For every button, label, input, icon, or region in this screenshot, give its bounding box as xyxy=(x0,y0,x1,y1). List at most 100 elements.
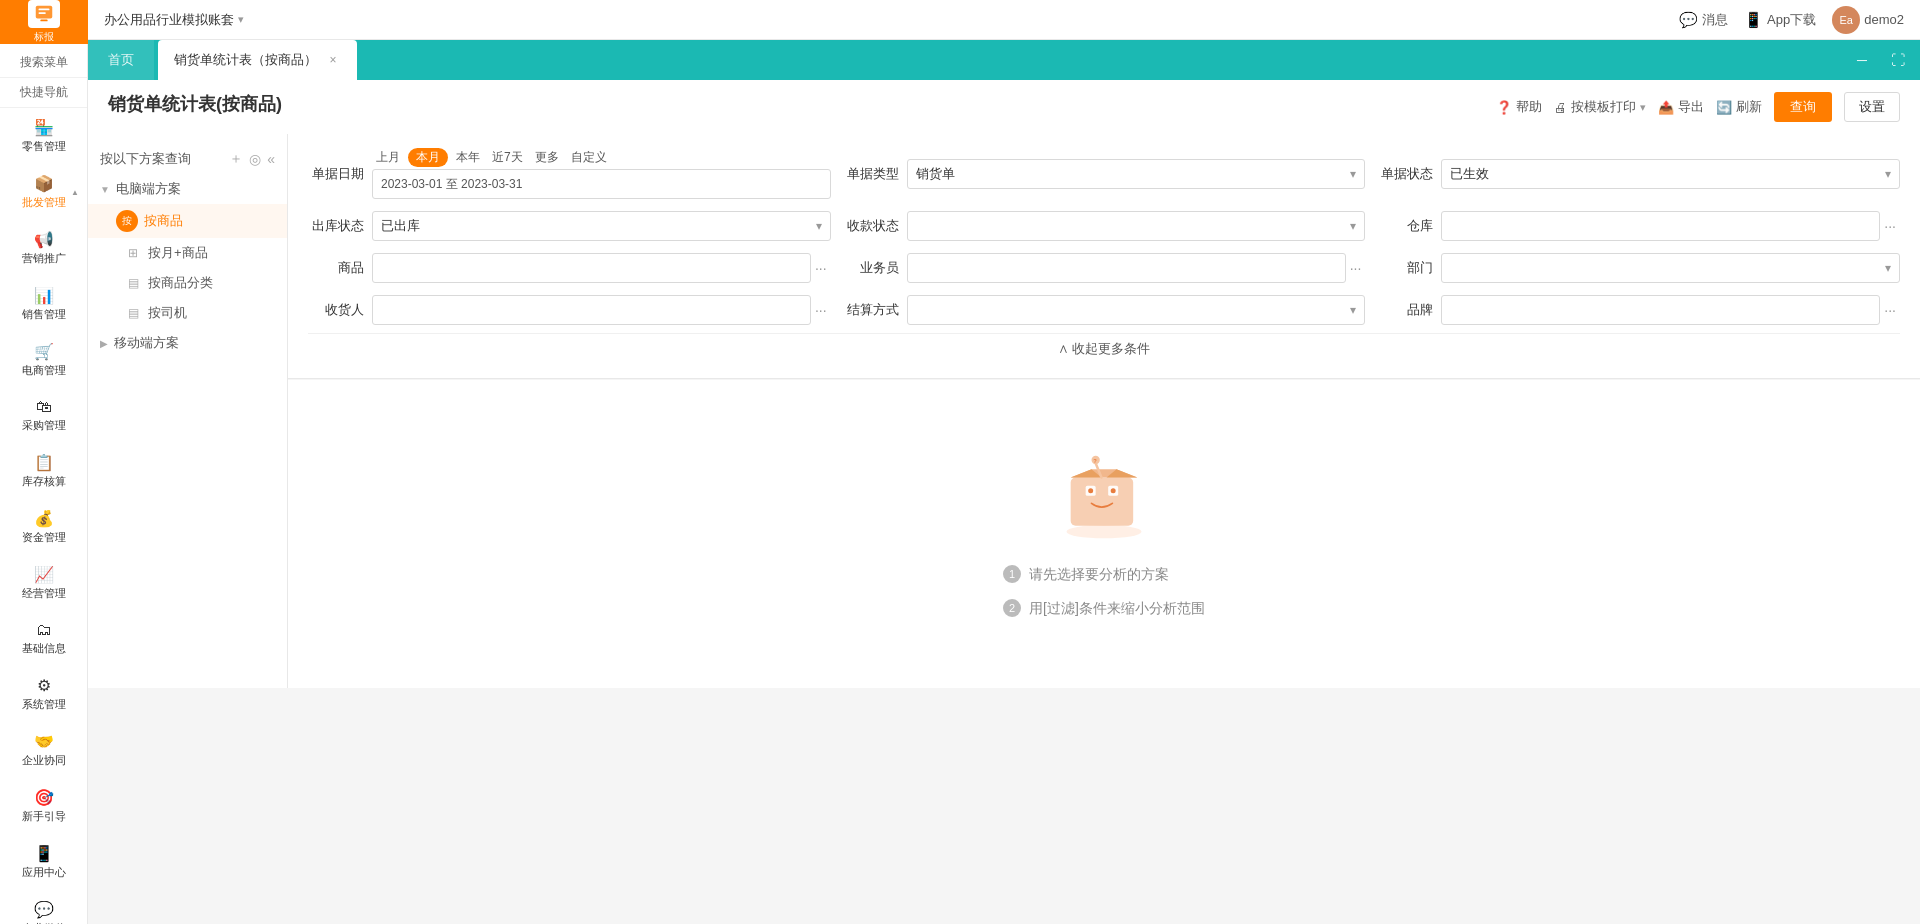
industry-selector[interactable]: 办公用品行业模拟账套 ▾ xyxy=(104,11,244,29)
collapse-bar[interactable]: ∧ 收起更多条件 xyxy=(308,333,1900,364)
empty-step-2: 2 用[过滤]条件来缩小分析范围 xyxy=(1003,594,1205,622)
tree-category-mobile-label: 移动端方案 xyxy=(114,334,179,352)
tree-item-by-month-product[interactable]: ⊞ 按月+商品 xyxy=(88,238,287,268)
date-tag-last-month[interactable]: 上月 xyxy=(372,149,404,166)
svg-rect-5 xyxy=(1071,478,1134,526)
sidebar-item-operations[interactable]: 📈 经营管理 xyxy=(0,555,87,611)
tab-minimize-btn[interactable]: ─ xyxy=(1848,46,1876,74)
warehouse-input[interactable] xyxy=(1441,211,1880,241)
refresh-btn[interactable]: 🔄 刷新 xyxy=(1716,98,1762,116)
export-btn[interactable]: 📤 导出 xyxy=(1658,98,1704,116)
date-tag-custom[interactable]: 自定义 xyxy=(567,149,611,166)
sidebar-item-basics[interactable]: 🗂 基础信息 xyxy=(0,611,87,666)
search-menu[interactable]: 搜索菜单 xyxy=(0,44,87,78)
sidebar-item-procurement[interactable]: 🛍 采购管理 xyxy=(0,388,87,443)
sidebar-item-sales[interactable]: 📊 销售管理 xyxy=(0,276,87,332)
tree-category-pc[interactable]: ▼ 电脑端方案 xyxy=(88,174,287,204)
wechat-icon: 💬 xyxy=(34,900,54,919)
brand-input[interactable] xyxy=(1441,295,1880,325)
status-label: 单据状态 xyxy=(1377,165,1433,183)
dept-select[interactable]: ▾ xyxy=(1441,253,1900,283)
help-btn[interactable]: ❓ 帮助 xyxy=(1496,98,1542,116)
date-tag-this-month[interactable]: 本月 xyxy=(408,148,448,167)
app-download-btn[interactable]: 📱 App下载 xyxy=(1744,11,1816,29)
sidebar-item-enterprise[interactable]: 🤝 企业协同 xyxy=(0,722,87,778)
dept-arrow: ▾ xyxy=(1885,261,1891,275)
tree-item-by-company[interactable]: ▤ 按司机 xyxy=(88,298,287,328)
salesperson-label: 业务员 xyxy=(843,259,899,277)
ecommerce-icon: 🛒 xyxy=(34,342,54,361)
tree-settings-icon[interactable]: ◎ xyxy=(249,151,261,167)
quick-nav[interactable]: 快捷导航 xyxy=(0,78,87,108)
sidebar: 标报 搜索菜单 快捷导航 🏪 零售管理 📦 批发管理 📢 营销推广 📊 销售管理… xyxy=(0,0,88,924)
filter-row-2: 出库状态 已出库 ▾ 收款状态 xyxy=(308,211,1900,241)
svg-rect-3 xyxy=(40,20,47,22)
receipt-status-control: ▾ xyxy=(907,211,1366,241)
mobile-expand-icon: ▶ xyxy=(100,338,108,349)
template-print-btn[interactable]: 🖨 按模板打印 ▾ xyxy=(1554,98,1646,116)
receipt-dropdown-arrow: ▾ xyxy=(1350,219,1356,233)
salesperson-dots-btn[interactable]: ··· xyxy=(1346,260,1366,276)
header-right: 💬 消息 📱 App下载 Ea demo2 xyxy=(1679,6,1904,34)
tab-active[interactable]: 销货单统计表（按商品） × xyxy=(158,40,357,80)
sidebar-item-wholesale[interactable]: 📦 批发管理 xyxy=(0,164,87,220)
warehouse-dots-btn[interactable]: ··· xyxy=(1880,218,1900,234)
tree-header: 按以下方案查询 ＋ ◎ « xyxy=(88,144,287,174)
out-status-select[interactable]: 已出库 ▾ xyxy=(372,211,831,241)
messages-btn[interactable]: 💬 消息 xyxy=(1679,11,1728,29)
date-range-input[interactable]: 2023-03-01 至 2023-03-31 xyxy=(372,169,831,199)
type-select[interactable]: 销货单 ▾ xyxy=(907,159,1366,189)
tab-close-btn[interactable]: × xyxy=(325,52,341,68)
app-logo[interactable]: 标报 xyxy=(0,0,88,44)
out-status-arrow: ▾ xyxy=(816,219,822,233)
sidebar-item-retail[interactable]: 🏪 零售管理 xyxy=(0,108,87,164)
product-dots-btn[interactable]: ··· xyxy=(811,260,831,276)
page-title: 销货单统计表(按商品) xyxy=(108,92,282,116)
sales-icon: 📊 xyxy=(34,286,54,305)
tree-add-icon[interactable]: ＋ xyxy=(229,150,243,168)
filter-doc-status: 单据状态 已生效 ▾ xyxy=(1377,148,1900,199)
dept-label: 部门 xyxy=(1377,259,1433,277)
tab-home[interactable]: 首页 xyxy=(88,40,154,80)
query-button[interactable]: 查询 xyxy=(1774,92,1832,122)
product-input[interactable] xyxy=(372,253,811,283)
recipient-dots-btn[interactable]: ··· xyxy=(811,302,831,318)
settlement-select[interactable]: ▾ xyxy=(907,295,1366,325)
recipient-input[interactable] xyxy=(372,295,811,325)
date-tag-more[interactable]: 更多 xyxy=(531,149,563,166)
svg-rect-0 xyxy=(35,6,52,19)
settings-button[interactable]: 设置 xyxy=(1844,92,1900,122)
tab-expand-btn[interactable]: ⛶ xyxy=(1884,46,1912,74)
sidebar-item-ecommerce[interactable]: 🛒 电商管理 xyxy=(0,332,87,388)
date-tag-7days[interactable]: 近7天 xyxy=(488,149,527,166)
step-num-1: 1 xyxy=(1003,565,1021,583)
date-tag-this-year[interactable]: 本年 xyxy=(452,149,484,166)
user-avatar: Ea xyxy=(1832,6,1860,34)
receipt-status-select[interactable]: ▾ xyxy=(907,211,1366,241)
tree-category-mobile[interactable]: ▶ 移动端方案 xyxy=(88,328,287,358)
company-icon: ▤ xyxy=(124,304,142,322)
sidebar-item-finance[interactable]: 💰 资金管理 xyxy=(0,499,87,555)
user-menu[interactable]: Ea demo2 xyxy=(1832,6,1904,34)
svg-rect-2 xyxy=(38,12,45,14)
help-icon: ❓ xyxy=(1496,100,1512,115)
sidebar-item-appstore[interactable]: 📱 应用中心 xyxy=(0,834,87,890)
month-product-icon: ⊞ xyxy=(124,244,142,262)
brand-dots-btn[interactable]: ··· xyxy=(1880,302,1900,318)
status-select[interactable]: 已生效 ▾ xyxy=(1441,159,1900,189)
sidebar-item-marketing[interactable]: 📢 营销推广 xyxy=(0,220,87,276)
salesperson-input[interactable] xyxy=(907,253,1346,283)
sidebar-item-system[interactable]: ⚙ 系统管理 xyxy=(0,666,87,722)
sidebar-item-inventory[interactable]: 📋 库存核算 xyxy=(0,443,87,499)
appstore-icon: 📱 xyxy=(34,844,54,863)
main-container: 办公用品行业模拟账套 ▾ 💬 消息 📱 App下载 Ea demo2 首页 xyxy=(88,0,1920,924)
tree-collapse-icon[interactable]: « xyxy=(267,151,275,167)
sidebar-item-wechat[interactable]: 💬 企业微信 xyxy=(0,890,87,924)
wholesale-icon: 📦 xyxy=(34,174,54,193)
filter-receipt-status: 收款状态 ▾ xyxy=(843,211,1366,241)
print-icon: 🖨 xyxy=(1554,100,1567,115)
sidebar-item-newbie[interactable]: 🎯 新手引导 xyxy=(0,778,87,834)
finance-icon: 💰 xyxy=(34,509,54,528)
tree-item-by-category[interactable]: ▤ 按商品分类 xyxy=(88,268,287,298)
tree-item-by-product[interactable]: 按 按商品 xyxy=(88,204,287,238)
